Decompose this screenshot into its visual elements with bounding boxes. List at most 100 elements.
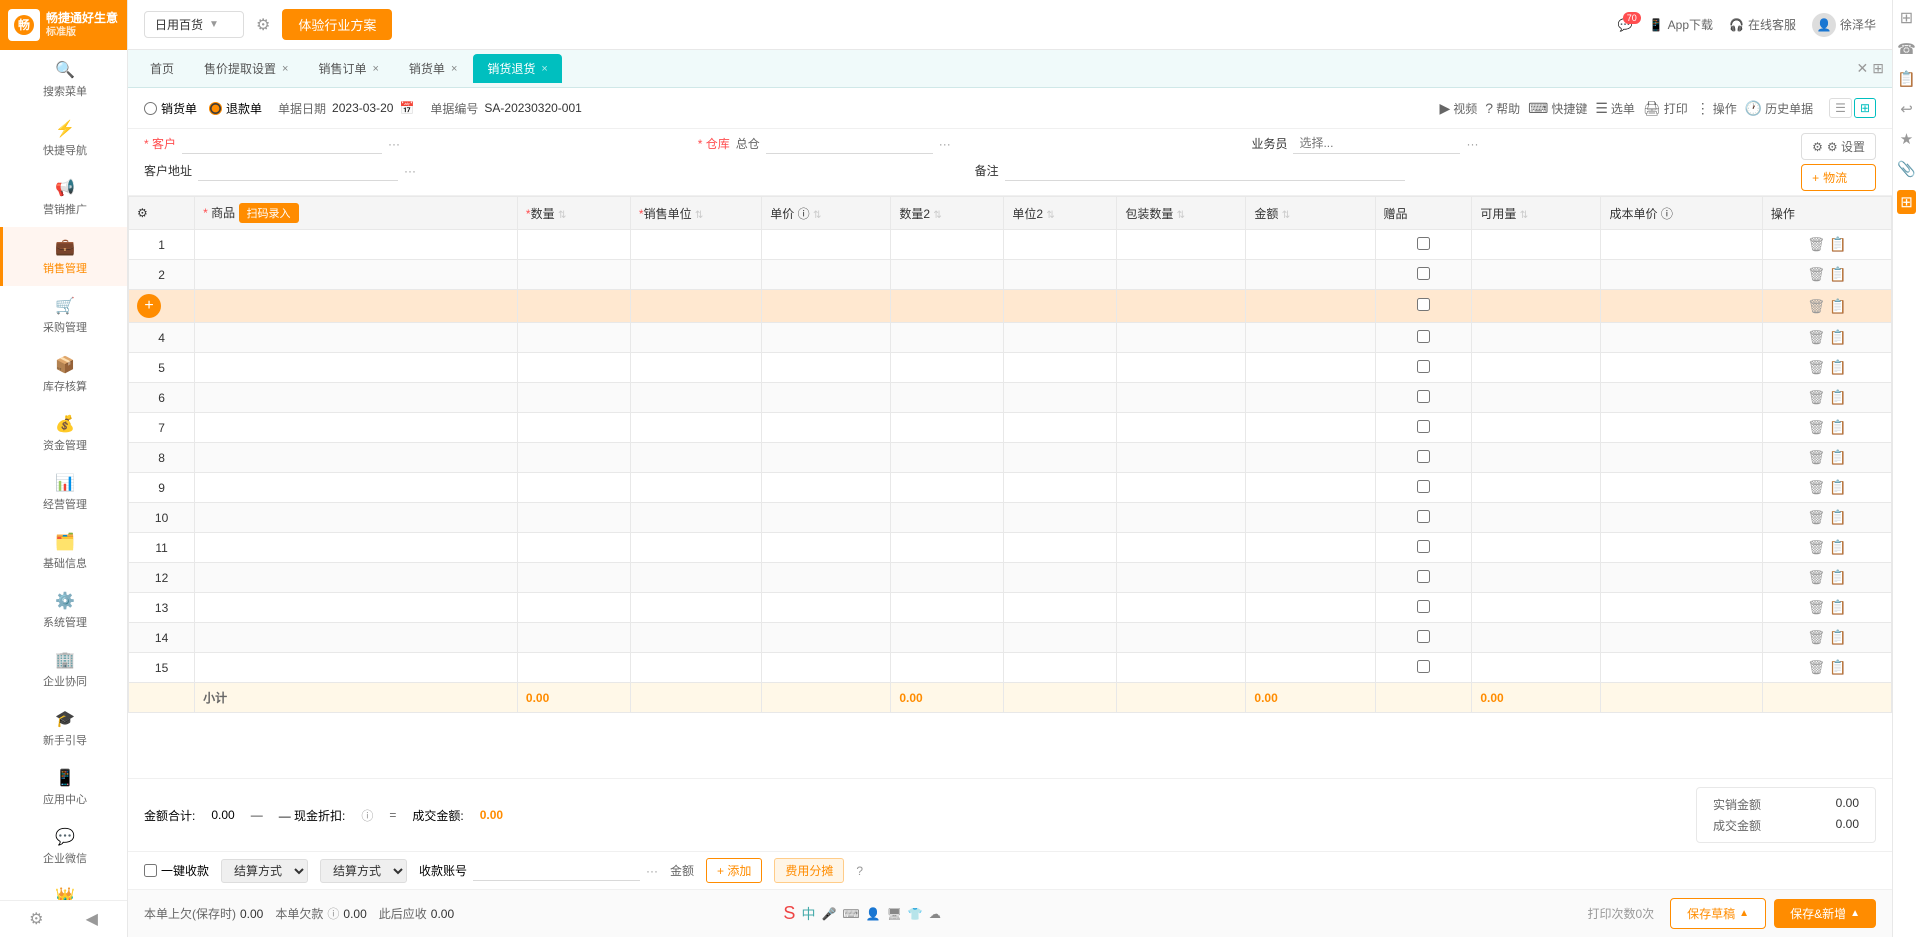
goods-input[interactable] (203, 238, 509, 252)
close-tab-icon[interactable]: ✕ (1857, 60, 1869, 77)
app-download-btn[interactable]: 📱 App下载 (1649, 16, 1713, 33)
goods-input[interactable] (203, 268, 509, 282)
unit2-cell[interactable] (1004, 230, 1117, 260)
delete-icon[interactable]: 🗑 (1807, 509, 1825, 526)
settings-icon[interactable]: ⚙ (29, 909, 43, 929)
tab-sales-close-icon[interactable]: × (451, 63, 457, 75)
list-view-icon[interactable]: ☰ (1829, 98, 1852, 118)
unit-cell[interactable] (630, 230, 761, 260)
cloud-icon[interactable]: ☁ (929, 907, 941, 921)
delete-icon[interactable]: 🗑 (1807, 479, 1825, 496)
customer-input[interactable] (182, 133, 382, 154)
copy-icon[interactable]: 📋 (1829, 599, 1846, 616)
qty-input[interactable] (526, 238, 622, 252)
pkgqty-cell[interactable] (1117, 260, 1246, 290)
price-cell[interactable] (762, 230, 891, 260)
gift-checkbox[interactable] (1417, 480, 1430, 493)
settings-btn[interactable]: ⚙ ⚙ 设置 (1801, 133, 1876, 160)
add-row-btn[interactable]: + (137, 294, 161, 318)
radio-sales[interactable] (144, 102, 157, 115)
unit2-sort-icon[interactable]: ⇅ (1046, 210, 1054, 221)
right-icon-4[interactable]: ↩ (1900, 100, 1913, 118)
qty-cell[interactable] (517, 260, 630, 290)
sidebar-item-search[interactable]: 🔍 搜索菜单 (0, 50, 127, 109)
amount-cell[interactable] (1246, 290, 1375, 323)
collapse-icon[interactable]: ◀ (86, 909, 98, 929)
radio-return-item[interactable]: 退款单 (209, 100, 262, 117)
gift-checkbox[interactable] (1417, 330, 1430, 343)
gift-checkbox[interactable] (1417, 420, 1430, 433)
cost-cell[interactable] (1601, 230, 1762, 260)
copy-icon[interactable]: 📋 (1829, 479, 1846, 496)
calc-select[interactable]: 结算方式 (320, 859, 407, 883)
gift-checkbox[interactable] (1417, 267, 1430, 280)
delete-icon[interactable]: 🗑 (1807, 629, 1825, 646)
qty2-cell[interactable] (891, 260, 1004, 290)
keyboard2-icon[interactable]: ⌨ (842, 907, 859, 921)
goods-input-active[interactable] (203, 299, 509, 313)
mic-icon[interactable]: 🎤 (821, 907, 836, 921)
gift-checkbox[interactable] (1417, 450, 1430, 463)
copy-icon[interactable]: 📋 (1829, 266, 1846, 283)
copy-icon[interactable]: 📋 (1829, 236, 1846, 253)
message-icon[interactable]: 💬 70 (1618, 18, 1633, 32)
delete-icon[interactable]: 🗑 (1807, 569, 1825, 586)
available-cell[interactable] (1472, 260, 1601, 290)
sidebar-item-system[interactable]: ⚙️ 系统管理 (0, 581, 127, 640)
unit2-cell[interactable] (1004, 290, 1117, 323)
settlement-select[interactable]: 结算方式 (221, 859, 308, 883)
user-profile[interactable]: 👤 徐泽华 (1812, 13, 1876, 37)
copy-icon[interactable]: 📋 (1829, 569, 1846, 586)
copy-icon[interactable]: 📋 (1829, 449, 1846, 466)
gift-checkbox[interactable] (1417, 570, 1430, 583)
unit-cell[interactable] (630, 290, 761, 323)
price-sort-icon[interactable]: ⇅ (813, 210, 821, 221)
select-order-btn[interactable]: ☰ 选单 (1595, 100, 1635, 117)
cost-cell[interactable] (1601, 290, 1762, 323)
pkgqty-sort-icon[interactable]: ⇅ (1177, 210, 1185, 221)
copy-icon[interactable]: 📋 (1829, 389, 1846, 406)
sidebar-item-enterprise[interactable]: 🏢 企业协同 (0, 640, 127, 699)
unit2-cell[interactable] (1004, 260, 1117, 290)
logistics-btn[interactable]: + 物流 (1801, 164, 1876, 191)
sidebar-item-newbie[interactable]: 🎓 新手引导 (0, 699, 127, 758)
tab-home[interactable]: 首页 (136, 54, 188, 83)
gift-checkbox[interactable] (1417, 390, 1430, 403)
delete-icon[interactable]: 🗑 (1807, 449, 1825, 466)
delete-icon[interactable]: 🗑 (1807, 419, 1825, 436)
available-sort-icon[interactable]: ⇅ (1520, 210, 1528, 221)
sidebar-item-shortcut[interactable]: ⚡ 快捷导航 (0, 109, 127, 168)
copy-icon[interactable]: 📋 (1829, 539, 1846, 556)
help-btn[interactable]: ? 帮助 (1485, 100, 1520, 117)
copy-icon[interactable]: 📋 (1829, 359, 1846, 376)
qty-cell[interactable] (517, 230, 630, 260)
pkgqty-cell[interactable] (1117, 290, 1246, 323)
cost-cell[interactable] (1601, 260, 1762, 290)
copy-icon[interactable]: 📋 (1829, 659, 1846, 676)
tab-sales-order-close-icon[interactable]: × (372, 63, 378, 75)
tshirt-icon[interactable]: 👕 (908, 907, 923, 921)
price-cell[interactable] (762, 290, 891, 323)
qty-sort-icon[interactable]: ⇅ (558, 210, 566, 221)
amount-cell[interactable] (1246, 230, 1375, 260)
customer-service-btn[interactable]: 🎧 在线客服 (1729, 16, 1796, 33)
gift-checkbox[interactable] (1417, 600, 1430, 613)
save-new-btn[interactable]: 保存&新增 ▲ (1774, 899, 1876, 928)
sidebar-item-finance[interactable]: 💰 资金管理 (0, 404, 127, 463)
qty2-cell[interactable] (891, 230, 1004, 260)
delete-icon[interactable]: 🗑 (1807, 266, 1825, 283)
video-btn[interactable]: ▶ 视频 (1439, 100, 1477, 117)
goods-cell[interactable] (195, 260, 518, 290)
tab-price-setting[interactable]: 售价提取设置 × (190, 54, 302, 83)
available-cell[interactable] (1472, 290, 1601, 323)
grid-view-icon[interactable]: ⊞ (1854, 98, 1876, 118)
copy-icon[interactable]: 📋 (1829, 329, 1846, 346)
goods-cell[interactable] (195, 230, 518, 260)
right-icon-5[interactable]: ★ (1900, 130, 1913, 148)
gift-checkbox[interactable] (1417, 540, 1430, 553)
delete-icon[interactable]: 🗑 (1807, 298, 1825, 315)
topbar-gear-icon[interactable]: ⚙ (256, 15, 270, 35)
copy-icon[interactable]: 📋 (1829, 419, 1846, 436)
gift-checkbox[interactable] (1417, 660, 1430, 673)
tab-sales-order[interactable]: 销售订单 × (304, 54, 392, 83)
